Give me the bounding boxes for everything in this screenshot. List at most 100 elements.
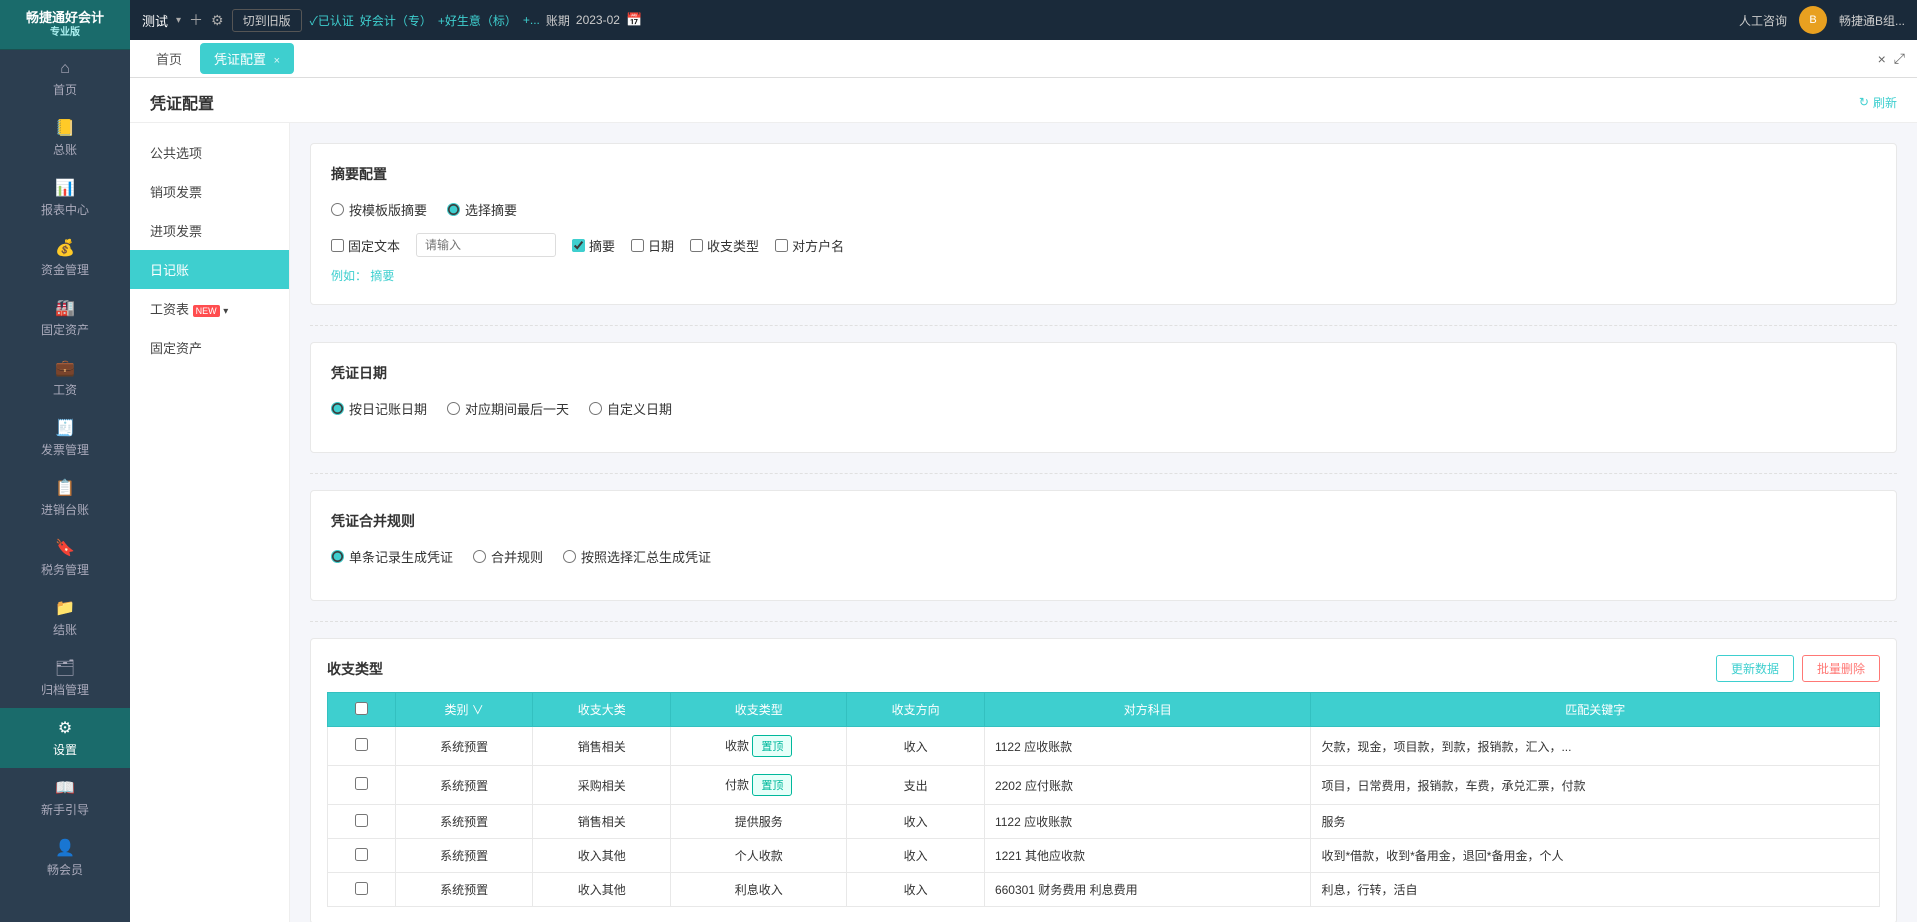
table-row: 系统预置 采购相关 付款 置顶 支出 2202 应付账款 项目，日常费用，报销款… [328,766,1880,805]
top-tag-1[interactable]: 置顶 [752,774,792,796]
left-menu-item-public[interactable]: 公共选项 [130,133,289,172]
col-account: 对方科目 [984,693,1311,727]
sidebar-item-sales[interactable]: 📋进销台账 [0,468,130,528]
product-tag1: 好会计（专） [360,12,432,29]
divider2 [310,473,1897,474]
merge-rule-radio-group: 单条记录生成凭证 合并规则 按照选择汇总生成凭证 [331,547,1876,566]
income-expense-section: 收支类型 更新数据 批量删除 类别 ∨ 收支大类 收支类型 [310,638,1897,922]
sidebar-item-close[interactable]: 📁结账 [0,588,130,648]
sidebar-item-salary[interactable]: 💼工资 [0,348,130,408]
fixed-text-input[interactable] [416,233,556,257]
merge-rule-title: 凭证合并规则 [331,511,1876,531]
gear-icon[interactable]: ⚙ [211,12,224,29]
tab-home[interactable]: 首页 [142,43,196,74]
row-checkbox-2[interactable] [328,805,396,839]
left-menu-item-sales_invoice[interactable]: 销项发票 [130,172,289,211]
batch-delete-button[interactable]: 批量删除 [1802,655,1880,682]
sidebar-icon-assets: 🏭 [55,298,75,318]
sidebar-item-invoice_mgmt[interactable]: 🧾发票管理 [0,408,130,468]
row-checkbox-3[interactable] [328,839,396,873]
sidebar-item-reports[interactable]: 📊报表中心 [0,168,130,228]
expand-icon-payroll_table[interactable]: ▾ [223,306,228,317]
row-keywords-2: 服务 [1311,805,1880,839]
checkbox-type[interactable]: 收支类型 [690,236,759,255]
dropdown-icon[interactable]: ▾ [176,15,181,26]
row-checkbox-0[interactable] [328,727,396,766]
radio-template-summary[interactable]: 按模板版摘要 [331,200,427,219]
calendar-icon[interactable]: 📅 [626,12,642,28]
row-keywords-3: 收到*借款，收到*备用金，退回*备用金，个人 [1311,839,1880,873]
sidebar-item-ledger[interactable]: 📒总账 [0,108,130,168]
row-category-2: 系统预置 [395,805,533,839]
sidebar-icon-settings: ⚙ [58,718,72,738]
left-menu-item-journal[interactable]: 日记账 [130,250,289,289]
page-header: 凭证配置 ↻ 刷新 [130,78,1917,123]
switch-version-button[interactable]: 切到旧版 [232,9,302,32]
sidebar-item-assets[interactable]: 🏭固定资产 [0,288,130,348]
consult-button[interactable]: 人工咨询 [1739,12,1787,29]
sidebar-item-tax[interactable]: 🔖税务管理 [0,528,130,588]
row-major-0: 销售相关 [533,727,671,766]
sidebar-label-tax: 税务管理 [41,561,89,578]
checkbox-fixed-text[interactable]: 固定文本 [331,236,400,255]
row-major-3: 收入其他 [533,839,671,873]
summary-radio-group: 按模板版摘要 选择摘要 [331,200,1876,219]
tabs-right: × ⤢ [1878,50,1905,67]
sidebar-item-newbie[interactable]: 📖新手引导 [0,768,130,828]
checkbox-party[interactable]: 对方户名 [775,236,844,255]
maximize-window-button[interactable]: ⤢ [1894,50,1905,67]
row-keywords-1: 项目，日常费用，报销款，车费，承兑汇票，付款 [1311,766,1880,805]
income-expense-table: 类别 ∨ 收支大类 收支类型 收支方向 对方科目 匹配关键字 系统预置 销售相关 [327,692,1880,907]
voucher-date-radio-group: 按日记账日期 对应期间最后一天 自定义日期 [331,399,1876,418]
product-tag2: +好生意（标） [438,12,517,29]
radio-custom-date[interactable]: 自定义日期 [589,399,672,418]
summary-checkbox-row: 固定文本 摘要 日期 收支类型 [331,233,1876,257]
left-menu-item-payroll_table[interactable]: 工资表 NEW ▾ [130,289,289,328]
sidebar-icon-home: ⌂ [60,60,70,78]
tab-close-icon[interactable]: × [274,55,280,67]
col-keywords: 匹配关键字 [1311,693,1880,727]
top-tag-0[interactable]: 置顶 [752,735,792,757]
row-category-1: 系统预置 [395,766,533,805]
left-menu-label-journal: 日记账 [150,260,189,279]
refresh-button[interactable]: ↻ 刷新 [1859,94,1897,111]
app-logo: 畅捷通好会计 专业版 [0,0,130,50]
radio-single-record[interactable]: 单条记录生成凭证 [331,547,453,566]
radio-merge-rule[interactable]: 合并规则 [473,547,543,566]
sidebar-icon-member: 👤 [55,838,75,858]
add-icon[interactable]: ＋ [189,10,203,30]
update-data-button[interactable]: 更新数据 [1716,655,1794,682]
sidebar-icon-funds: 💰 [55,238,75,258]
sidebar-item-funds[interactable]: 💰资金管理 [0,228,130,288]
radio-summary-total[interactable]: 按照选择汇总生成凭证 [563,547,711,566]
voucher-date-title: 凭证日期 [331,363,1876,383]
radio-journal-date[interactable]: 按日记账日期 [331,399,427,418]
sidebar-item-home[interactable]: ⌂首页 [0,50,130,108]
left-menu-item-fixed_assets[interactable]: 固定资产 [130,328,289,367]
radio-select-summary[interactable]: 选择摘要 [447,200,517,219]
row-checkbox-4[interactable] [328,873,396,907]
row-checkbox-1[interactable] [328,766,396,805]
table-header-row: 收支类型 更新数据 批量删除 [327,655,1880,682]
close-window-button[interactable]: × [1878,51,1886,67]
top-bar: 测试 ▾ ＋ ⚙ 切到旧版 ✓已认证 好会计（专） +好生意（标） +... 账… [130,0,1917,40]
tab-voucher-config[interactable]: 凭证配置 × [200,43,294,74]
user-avatar: B [1799,6,1827,34]
col-checkbox[interactable] [328,693,396,727]
left-menu-item-purchase_invoice[interactable]: 进项发票 [130,211,289,250]
radio-period-last[interactable]: 对应期间最后一天 [447,399,569,418]
sidebar-item-settings[interactable]: ⚙设置 [0,708,130,768]
sidebar-item-archive[interactable]: 🗂归档管理 [0,648,130,708]
table-row: 系统预置 销售相关 收款 置顶 收入 1122 应收账款 欠款，现金，项目款，到… [328,727,1880,766]
checkbox-summary[interactable]: 摘要 [572,236,615,255]
logo-title: 畅捷通好会计 [26,10,104,25]
row-type-1: 付款 置顶 [671,766,847,805]
new-badge-payroll_table: NEW [193,305,220,317]
tab-voucher-label: 凭证配置 [214,52,266,67]
checkbox-date[interactable]: 日期 [631,236,674,255]
sidebar-label-sales: 进销台账 [41,501,89,518]
row-direction-2: 收入 [847,805,985,839]
divider3 [310,621,1897,622]
sidebar-item-member[interactable]: 👤畅会员 [0,828,130,888]
sidebar-label-close: 结账 [53,621,77,638]
